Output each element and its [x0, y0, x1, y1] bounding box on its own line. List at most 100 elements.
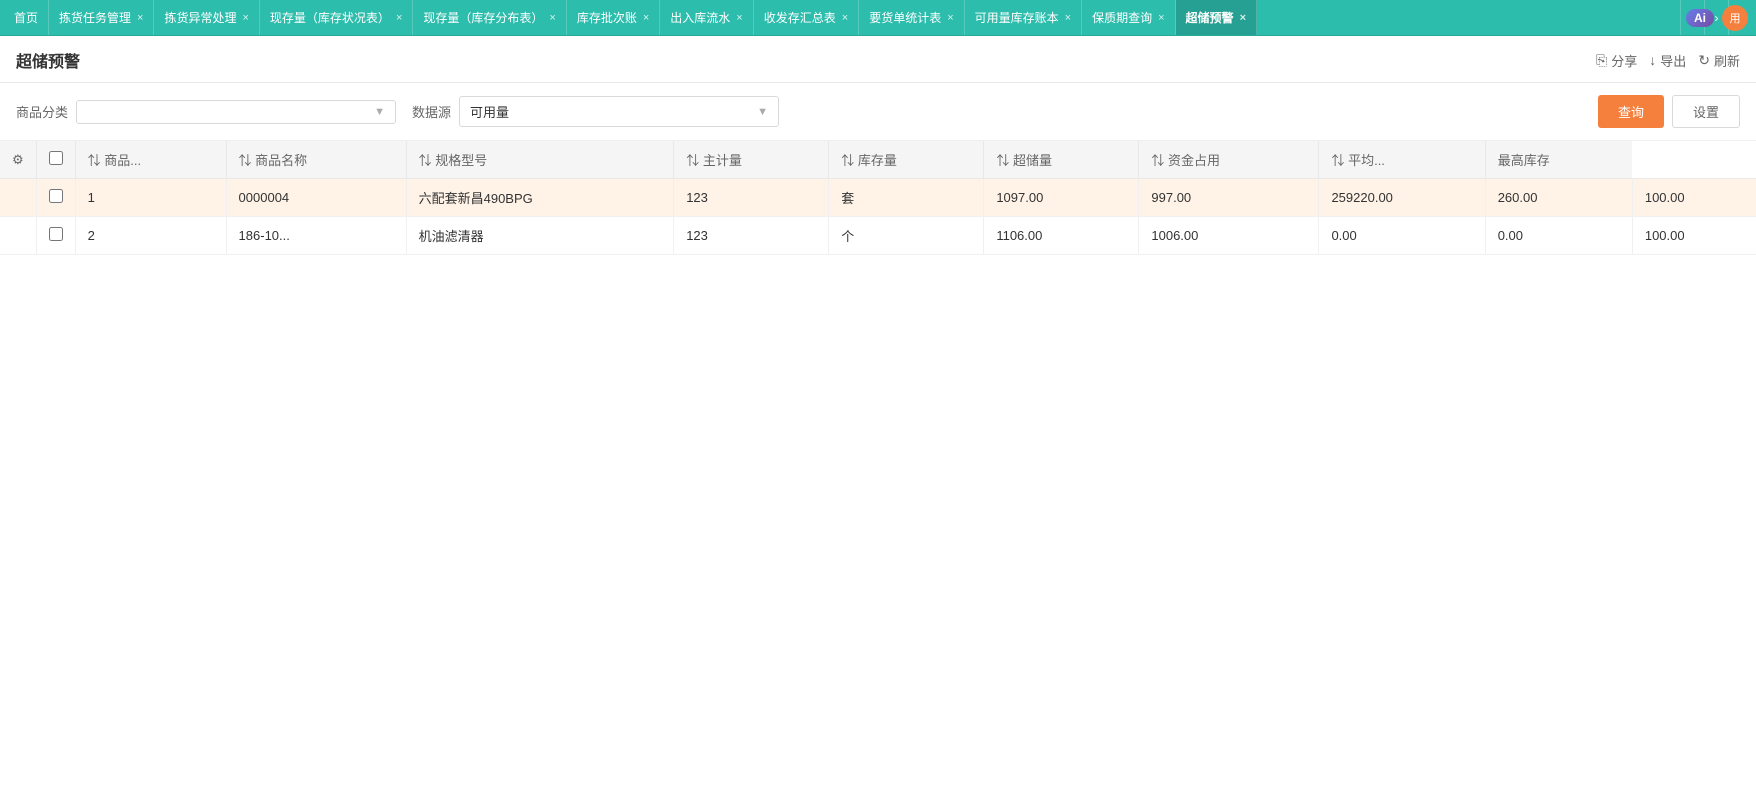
row-product-name: 机油滤清器 — [406, 217, 674, 255]
col-header-max-inv[interactable]: 最高库存 — [1485, 141, 1632, 179]
header-checkbox[interactable] — [49, 151, 63, 165]
nav-tab-batch-ledger[interactable]: 库存批次账 × — [567, 0, 660, 36]
nav-tab-abnormal[interactable]: 拣货异常处理 × — [154, 0, 259, 36]
nav-tab-available-ledger-close[interactable]: × — [1065, 12, 1071, 24]
nav-tab-order-stat-close[interactable]: × — [947, 12, 953, 24]
nav-tab-task-mgmt[interactable]: 拣货任务管理 × — [49, 0, 154, 36]
col-sort-inventory-icon: ⇅ — [841, 153, 858, 168]
nav-tab-recv-send-close[interactable]: × — [842, 12, 848, 24]
col-sort-avg-icon: ⇅ — [1331, 153, 1348, 168]
col-header-product-name[interactable]: ⇅ 商品名称 — [226, 141, 406, 179]
datasource-select[interactable]: 可用量 ▼ — [459, 96, 779, 127]
nav-tab-inventory-status[interactable]: 现存量（库存状况表） × — [260, 0, 413, 36]
nav-tab-overstock-warning-close[interactable]: × — [1240, 12, 1246, 24]
col-header-unit[interactable]: ⇅ 主计量 — [674, 141, 829, 179]
refresh-icon: ↻ — [1698, 52, 1710, 69]
datasource-select-arrow: ▼ — [757, 106, 768, 118]
category-select[interactable]: ▼ — [76, 100, 396, 124]
col-header-product-code[interactable]: ⇅ 商品... — [75, 141, 226, 179]
nav-tab-inventory-status-close[interactable]: × — [396, 12, 402, 24]
nav-tab-home[interactable]: 首页 — [4, 0, 49, 36]
share-button[interactable]: ⎘ 分享 — [1596, 51, 1637, 70]
settings-button[interactable]: 设置 — [1672, 95, 1740, 128]
row-checkbox[interactable] — [49, 227, 63, 241]
row-settings-cell — [0, 179, 36, 217]
nav-tab-quality-check[interactable]: 保质期查询 × — [1082, 0, 1175, 36]
nav-tab-recv-send[interactable]: 收发存汇总表 × — [754, 0, 859, 36]
col-sort-product-name-icon: ⇅ — [239, 153, 256, 168]
nav-tab-inventory-status-label: 现存量（库存状况表） — [270, 9, 390, 26]
nav-tab-task-mgmt-label: 拣货任务管理 — [59, 9, 131, 26]
row-index: 2 — [75, 217, 226, 255]
datasource-filter-label: 数据源 — [412, 102, 451, 121]
row-unit: 套 — [829, 179, 984, 217]
nav-tab-order-stat-label: 要货单统计表 — [869, 9, 941, 26]
row-max-inv: 100.00 — [1632, 179, 1756, 217]
row-product-code: 0000004 — [226, 179, 406, 217]
nav-tab-inout-flow-close[interactable]: × — [736, 12, 742, 24]
header-actions: ⎘ 分享 ↓ 导出 ↻ 刷新 — [1596, 51, 1740, 70]
nav-tab-overstock-warning[interactable]: 超储预警 × — [1176, 0, 1257, 36]
ai-badge[interactable]: Ai — [1686, 9, 1714, 27]
col-header-spec[interactable]: ⇅ 规格型号 — [406, 141, 674, 179]
col-header-inventory[interactable]: ⇅ 库存量 — [829, 141, 984, 179]
row-spec: 123 — [674, 217, 829, 255]
page-header: 超储预警 ⎘ 分享 ↓ 导出 ↻ 刷新 — [0, 36, 1756, 83]
col-sort-overstock-icon: ⇅ — [996, 153, 1013, 168]
share-icon: ⎘ — [1596, 52, 1607, 69]
nav-tab-task-mgmt-close[interactable]: × — [137, 12, 143, 24]
nav-tab-home-label: 首页 — [14, 9, 38, 26]
table-row: 10000004六配套新昌490BPG123套1097.00997.002592… — [0, 179, 1756, 217]
row-checkbox-cell — [36, 179, 75, 217]
export-button[interactable]: ↓ 导出 — [1649, 51, 1686, 70]
nav-tab-quality-check-close[interactable]: × — [1158, 12, 1164, 24]
col-header-overstock-text: 超储量 — [1013, 153, 1052, 168]
col-header-settings: ⚙ — [0, 141, 36, 179]
nav-tab-abnormal-close[interactable]: × — [242, 12, 248, 24]
row-avg: 0.00 — [1485, 217, 1632, 255]
col-sort-capital-icon: ⇅ — [1151, 153, 1168, 168]
gear-icon[interactable]: ⚙ — [12, 152, 24, 167]
col-header-checkbox — [36, 141, 75, 179]
col-header-avg-text: 平均... — [1348, 153, 1385, 168]
row-checkbox[interactable] — [49, 189, 63, 203]
nav-tab-inventory-dist[interactable]: 现存量（库存分布表） × — [413, 0, 566, 36]
table-body: 10000004六配套新昌490BPG123套1097.00997.002592… — [0, 179, 1756, 255]
export-icon: ↓ — [1649, 52, 1656, 68]
col-header-max-inv-text: 最高库存 — [1498, 153, 1550, 168]
row-spec: 123 — [674, 179, 829, 217]
row-overstock: 1006.00 — [1139, 217, 1319, 255]
nav-tab-recv-send-label: 收发存汇总表 — [764, 9, 836, 26]
row-inventory: 1106.00 — [984, 217, 1139, 255]
row-capital: 259220.00 — [1319, 179, 1485, 217]
filter-actions: 查询 设置 — [1598, 95, 1740, 128]
table-header-row: ⚙ ⇅ 商品... ⇅ 商品名称 ⇅ 规格型号 — [0, 141, 1756, 179]
col-header-inventory-text: 库存量 — [858, 153, 897, 168]
col-header-overstock[interactable]: ⇅ 超储量 — [984, 141, 1139, 179]
category-select-arrow: ▼ — [374, 106, 385, 118]
refresh-button[interactable]: ↻ 刷新 — [1698, 51, 1740, 70]
nav-tab-batch-ledger-label: 库存批次账 — [577, 9, 637, 26]
nav-tab-available-ledger[interactable]: 可用量库存账本 × — [965, 0, 1082, 36]
nav-tab-order-stat[interactable]: 要货单统计表 × — [859, 0, 964, 36]
row-inventory: 1097.00 — [984, 179, 1139, 217]
nav-tab-inventory-dist-label: 现存量（库存分布表） — [423, 9, 543, 26]
col-header-product-name-text: 商品名称 — [255, 153, 307, 168]
col-sort-spec-icon: ⇅ — [419, 153, 436, 168]
col-header-spec-text: 规格型号 — [435, 153, 487, 168]
col-header-capital[interactable]: ⇅ 资金占用 — [1139, 141, 1319, 179]
datasource-filter-group: 数据源 可用量 ▼ — [412, 96, 779, 127]
datasource-select-value: 可用量 — [470, 102, 509, 121]
export-label: 导出 — [1660, 51, 1686, 70]
query-button[interactable]: 查询 — [1598, 95, 1664, 128]
user-avatar[interactable]: 用 — [1722, 5, 1748, 31]
nav-tab-batch-ledger-close[interactable]: × — [643, 12, 649, 24]
nav-tab-inventory-dist-close[interactable]: × — [549, 12, 555, 24]
nav-tab-inout-flow[interactable]: 出入库流水 × — [660, 0, 753, 36]
page-title: 超储预警 — [16, 48, 80, 72]
row-product-name: 六配套新昌490BPG — [406, 179, 674, 217]
col-header-avg[interactable]: ⇅ 平均... — [1319, 141, 1485, 179]
row-capital: 0.00 — [1319, 217, 1485, 255]
nav-tab-overstock-warning-label: 超储预警 — [1186, 9, 1234, 26]
user-avatar-label: 用 — [1730, 10, 1741, 26]
